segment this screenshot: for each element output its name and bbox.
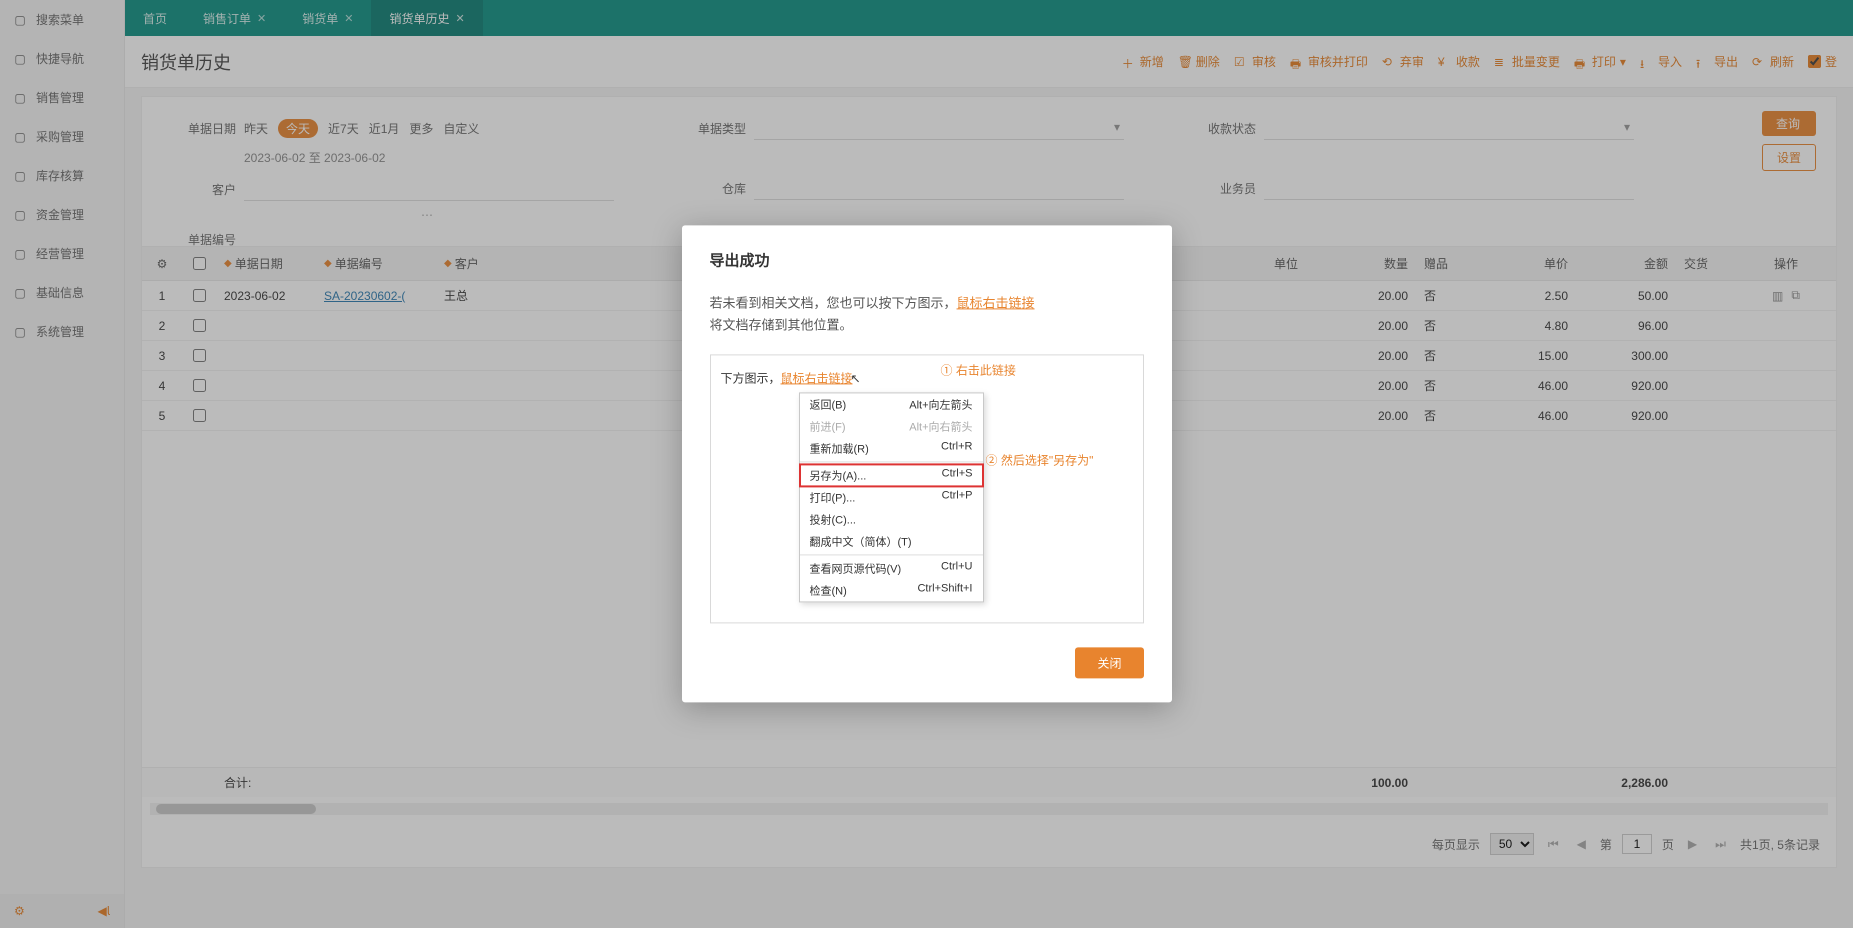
context-menu: 返回(B)Alt+向左箭头前进(F)Alt+向右箭头重新加载(R)Ctrl+R 另… xyxy=(799,393,984,603)
cursor-icon: ↖ xyxy=(851,372,861,386)
context-menu-item: 翻成中文（简体）(T) xyxy=(800,531,983,553)
note-1: ① 右击此链接 xyxy=(941,362,1016,379)
export-success-modal: 导出成功 若未看到相关文档，您也可以按下方图示，鼠标右击链接 将文档存储到其他位… xyxy=(682,225,1172,702)
context-menu-item: 打印(P)...Ctrl+P xyxy=(800,487,983,509)
modal-title: 导出成功 xyxy=(710,249,1144,270)
right-click-link[interactable]: 鼠标右击链接 xyxy=(957,295,1035,310)
context-menu-item: 另存为(A)...Ctrl+S xyxy=(800,465,983,487)
modal-illustration: ① 右击此链接 下方图示，鼠标右击链接↖ 返回(B)Alt+向左箭头前进(F)A… xyxy=(710,355,1144,624)
context-menu-item: 前进(F)Alt+向右箭头 xyxy=(800,416,983,438)
context-menu-item: 投射(C)... xyxy=(800,509,983,531)
context-menu-item: 返回(B)Alt+向左箭头 xyxy=(800,394,983,416)
context-menu-item: 查看网页源代码(V)Ctrl+U xyxy=(800,558,983,580)
ill-link: 鼠标右击链接 xyxy=(781,372,853,386)
context-menu-item: 检查(N)Ctrl+Shift+I xyxy=(800,580,983,602)
modal-close-button[interactable]: 关闭 xyxy=(1075,648,1143,679)
note-2: ② 然后选择"另存为" xyxy=(986,452,1094,469)
context-menu-item: 重新加载(R)Ctrl+R xyxy=(800,438,983,460)
modal-body: 若未看到相关文档，您也可以按下方图示，鼠标右击链接 将文档存储到其他位置。 ① … xyxy=(710,292,1144,623)
